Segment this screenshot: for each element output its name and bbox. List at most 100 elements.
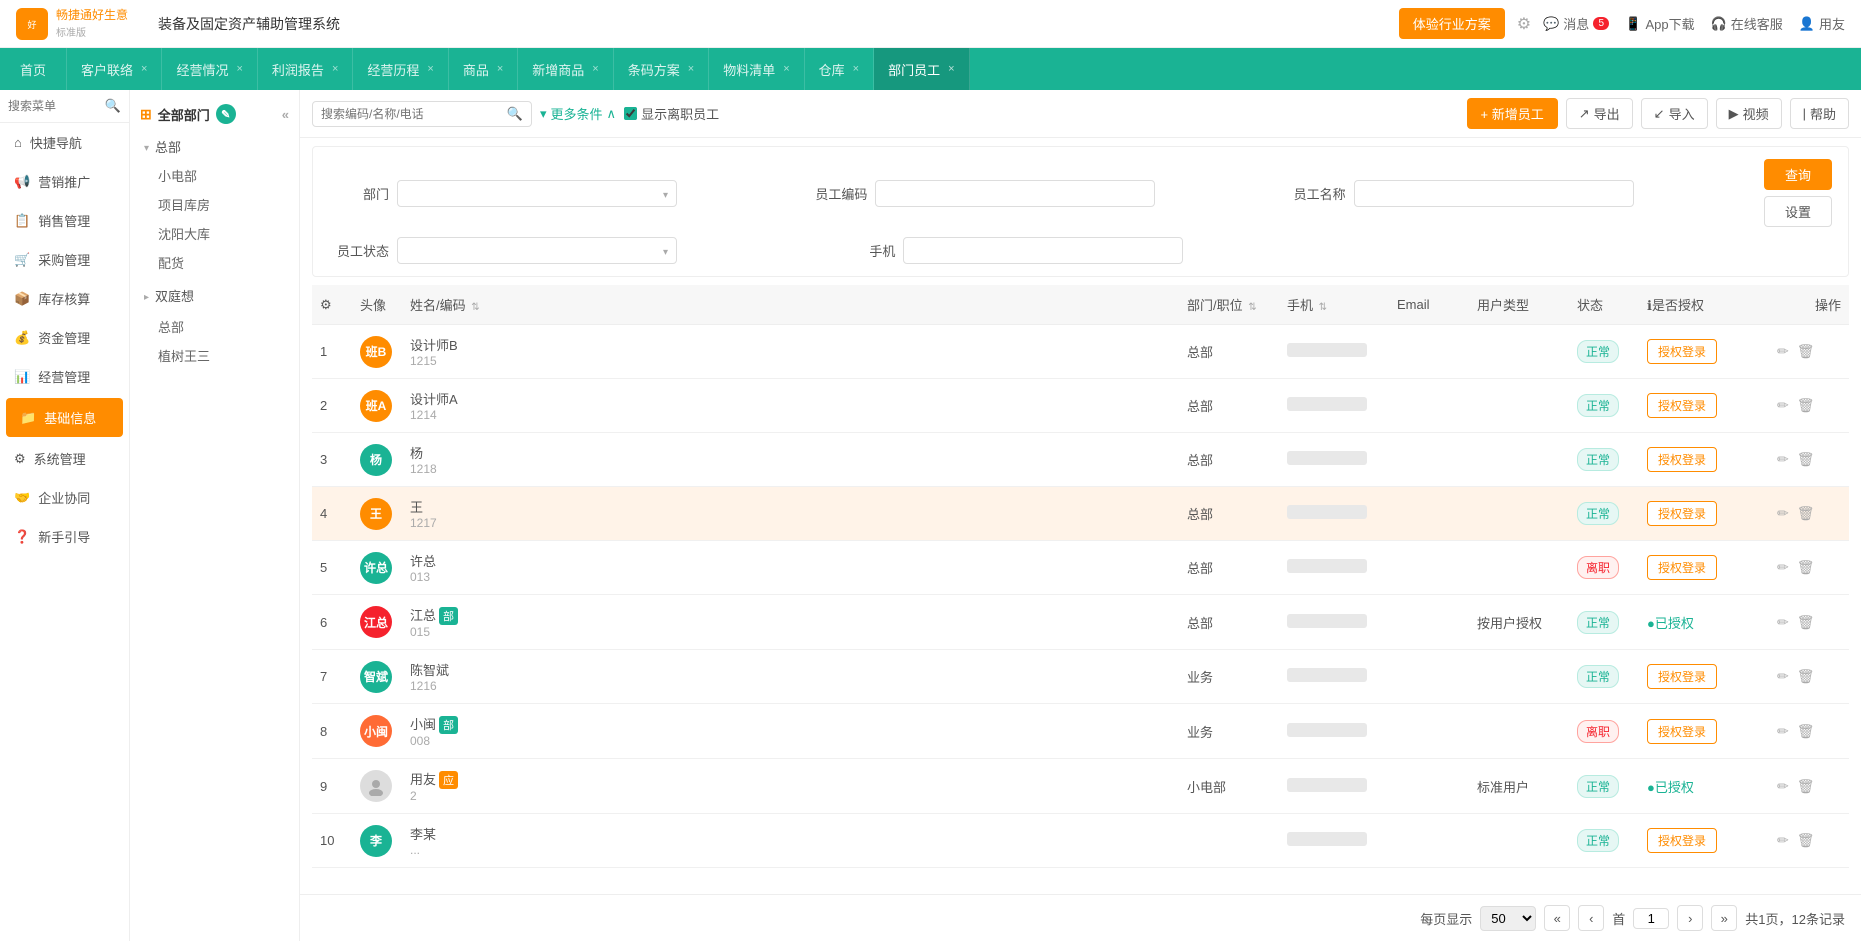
import-button[interactable]: ↙ 导入 xyxy=(1641,98,1708,129)
close-customers-icon[interactable]: × xyxy=(141,63,147,75)
setting-button[interactable]: 设置 xyxy=(1764,196,1832,227)
page-number-input[interactable] xyxy=(1633,908,1669,929)
edit-icon[interactable]: ✏ xyxy=(1777,832,1789,849)
sidebar-item-guide[interactable]: ❓ 新手引导 xyxy=(0,517,129,556)
edit-icon[interactable]: ✏ xyxy=(1777,668,1789,685)
sidebar-item-operations[interactable]: 📊 经营管理 xyxy=(0,357,129,396)
edit-icon[interactable]: ✏ xyxy=(1777,397,1789,414)
col-settings[interactable]: ⚙ xyxy=(312,285,352,325)
delete-icon[interactable]: 🗑 xyxy=(1797,451,1815,468)
tab-goods[interactable]: 商品 × xyxy=(449,48,518,90)
authorize-button[interactable]: 授权登录 xyxy=(1647,447,1717,472)
tab-history[interactable]: 经营历程 × xyxy=(353,48,448,90)
authorize-button[interactable]: 授权登录 xyxy=(1647,555,1717,580)
edit-icon[interactable]: ✏ xyxy=(1777,559,1789,576)
dept-item-zhishu[interactable]: 植树王三 xyxy=(130,341,299,370)
dept-item-project[interactable]: 项目库房 xyxy=(130,190,299,219)
sidebar-item-marketing[interactable]: 📢 营销推广 xyxy=(0,162,129,201)
col-dept-position[interactable]: 部门/职位 ⇅ xyxy=(1179,285,1279,325)
tab-business[interactable]: 经营情况 × xyxy=(162,48,257,90)
tab-warehouse[interactable]: 仓库 × xyxy=(805,48,874,90)
add-employee-button[interactable]: + 新增员工 xyxy=(1467,98,1558,129)
show-resigned-input[interactable] xyxy=(624,107,637,120)
close-history-icon[interactable]: × xyxy=(427,63,433,75)
tab-barcode[interactable]: 条码方案 × xyxy=(614,48,709,90)
authorize-button[interactable]: 授权登录 xyxy=(1647,828,1717,853)
edit-icon[interactable]: ✏ xyxy=(1777,614,1789,631)
online-service-action[interactable]: 🎧 在线客服 xyxy=(1711,14,1783,33)
authorize-button[interactable]: 授权登录 xyxy=(1647,501,1717,526)
dept-group-shuang[interactable]: 双庭想 xyxy=(130,281,299,310)
tab-material[interactable]: 物料清单 × xyxy=(709,48,804,90)
dept-item-zongbu-leaf[interactable]: 总部 xyxy=(130,312,299,341)
delete-icon[interactable]: 🗑 xyxy=(1797,343,1815,360)
dept-item-shenyang[interactable]: 沈阳大库 xyxy=(130,219,299,248)
edit-icon[interactable]: ✏ xyxy=(1777,723,1789,740)
delete-icon[interactable]: 🗑 xyxy=(1797,832,1815,849)
edit-icon[interactable]: ✏ xyxy=(1777,505,1789,522)
edit-icon[interactable]: ✏ xyxy=(1777,451,1789,468)
edit-icon[interactable]: ✏ xyxy=(1777,343,1789,360)
close-barcode-icon[interactable]: × xyxy=(688,63,694,75)
tab-employees[interactable]: 部门员工 × xyxy=(874,48,969,90)
authorize-button[interactable]: 授权登录 xyxy=(1647,339,1717,364)
close-warehouse-icon[interactable]: × xyxy=(853,63,859,75)
close-material-icon[interactable]: × xyxy=(783,63,789,75)
dept-group-zongbu[interactable]: 总部 xyxy=(130,132,299,161)
message-action[interactable]: 💬 消息 5 xyxy=(1543,14,1609,33)
search-input[interactable] xyxy=(321,107,503,121)
next-page-button[interactable]: › xyxy=(1677,905,1703,931)
search-field[interactable]: 🔍 xyxy=(312,101,532,127)
sidebar-item-system[interactable]: ⚙ 系统管理 xyxy=(0,439,129,478)
close-employees-icon[interactable]: × xyxy=(948,63,954,75)
video-button[interactable]: ▶ 视频 xyxy=(1716,98,1782,129)
help-button[interactable]: | 帮助 xyxy=(1790,98,1849,129)
last-page-button[interactable]: » xyxy=(1711,905,1737,931)
query-button[interactable]: 查询 xyxy=(1764,159,1832,190)
sidebar-item-collaboration[interactable]: 🤝 企业协同 xyxy=(0,478,129,517)
delete-icon[interactable]: 🗑 xyxy=(1797,723,1815,740)
delete-icon[interactable]: 🗑 xyxy=(1797,614,1815,631)
sidebar-item-purchase[interactable]: 🛒 采购管理 xyxy=(0,240,129,279)
app-download-action[interactable]: 📱 App下载 xyxy=(1625,14,1694,33)
tab-customers[interactable]: 客户联络 × xyxy=(67,48,162,90)
tab-new-goods[interactable]: 新增商品 × xyxy=(518,48,613,90)
sidebar-item-basic-info[interactable]: 📁 基础信息 xyxy=(6,398,123,437)
authorize-button[interactable]: 授权登录 xyxy=(1647,719,1717,744)
dept-item-peihuo[interactable]: 配货 xyxy=(130,248,299,277)
tab-profit[interactable]: 利润报告 × xyxy=(258,48,353,90)
delete-icon[interactable]: 🗑 xyxy=(1797,397,1815,414)
experience-button[interactable]: 体验行业方案 xyxy=(1399,8,1505,39)
close-profit-icon[interactable]: × xyxy=(332,63,338,75)
authorize-button[interactable]: 授权登录 xyxy=(1647,393,1717,418)
close-business-icon[interactable]: × xyxy=(236,63,242,75)
show-resigned-checkbox[interactable]: 显示离职员工 xyxy=(624,104,719,123)
delete-icon[interactable]: 🗑 xyxy=(1797,505,1815,522)
tab-home[interactable]: 首页 xyxy=(0,48,67,90)
dept-edit-button[interactable]: ✎ xyxy=(216,104,236,124)
dept-collapse-icon[interactable]: « xyxy=(282,107,289,122)
delete-icon[interactable]: 🗑 xyxy=(1797,559,1815,576)
dept-item-xiaodian[interactable]: 小电部 xyxy=(130,161,299,190)
close-goods-icon[interactable]: × xyxy=(497,63,503,75)
delete-icon[interactable]: 🗑 xyxy=(1797,668,1815,685)
prev-page-button[interactable]: ‹ xyxy=(1578,905,1604,931)
per-page-select[interactable]: 50 10 20 100 xyxy=(1480,906,1536,931)
sidebar-search-input[interactable] xyxy=(8,99,99,113)
sidebar-item-finance[interactable]: 💰 资金管理 xyxy=(0,318,129,357)
dept-select[interactable] xyxy=(397,180,677,207)
emp-name-input[interactable] xyxy=(1354,180,1634,207)
settings-icon[interactable]: ⚙ xyxy=(1517,14,1531,34)
sidebar-item-inventory[interactable]: 📦 库存核算 xyxy=(0,279,129,318)
more-conditions-button[interactable]: ▾ 更多条件 ∧ xyxy=(540,104,616,123)
delete-icon[interactable]: 🗑 xyxy=(1797,778,1815,795)
close-new-goods-icon[interactable]: × xyxy=(592,63,598,75)
edit-icon[interactable]: ✏ xyxy=(1777,778,1789,795)
export-button[interactable]: ↗ 导出 xyxy=(1566,98,1633,129)
sidebar-item-quick-nav[interactable]: ⌂ 快捷导航 xyxy=(0,123,129,162)
sidebar-item-sales[interactable]: 📋 销售管理 xyxy=(0,201,129,240)
phone-input[interactable] xyxy=(903,237,1183,264)
user-profile-action[interactable]: 👤 用友 xyxy=(1799,14,1845,33)
authorize-button[interactable]: 授权登录 xyxy=(1647,664,1717,689)
col-name-code[interactable]: 姓名/编码 ⇅ xyxy=(402,285,1179,325)
